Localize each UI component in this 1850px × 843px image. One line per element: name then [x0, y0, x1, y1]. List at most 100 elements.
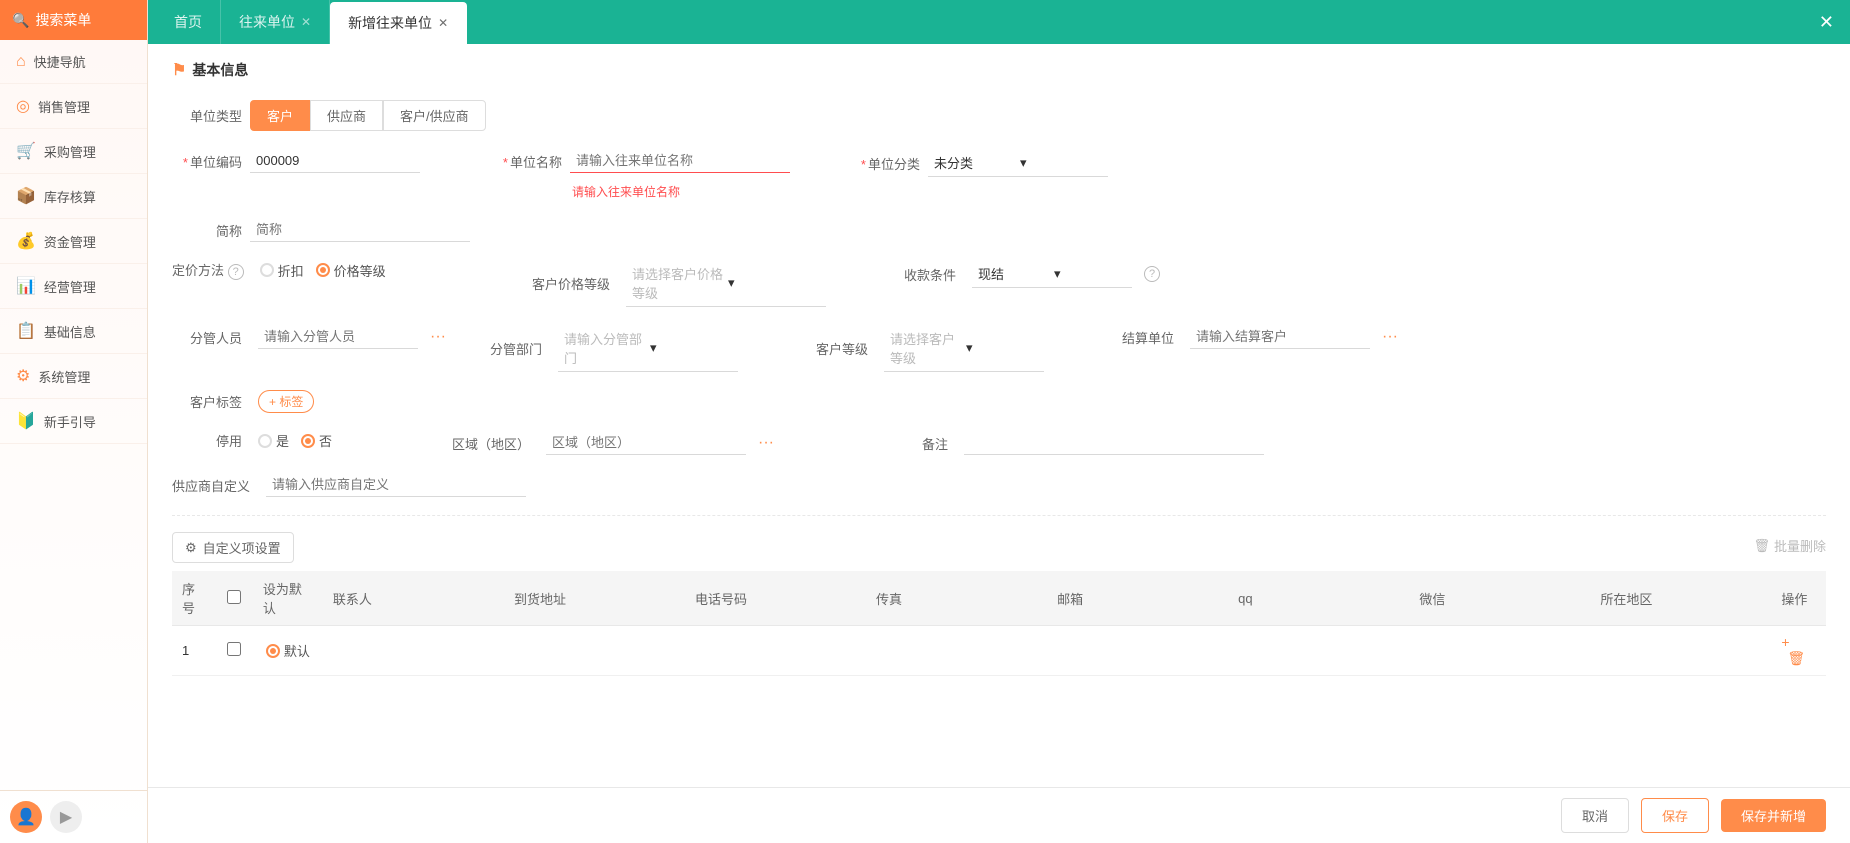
chevron-down-icon: ▾: [1020, 155, 1102, 171]
payment-terms-label: 收款条件: [886, 265, 956, 284]
region-label: 区域（地区）: [452, 434, 530, 453]
unit-code-input[interactable]: [250, 149, 420, 173]
contact-input[interactable]: [333, 643, 494, 658]
row-checkbox[interactable]: [227, 642, 241, 656]
code-name-category-row: *单位编码 *单位名称 请输入往来单位名称 *单位分类: [172, 149, 1826, 200]
tab-home[interactable]: 首页: [156, 0, 221, 44]
flag-icon: ⚑: [172, 60, 186, 80]
sidebar-item-label: 快捷导航: [34, 52, 86, 71]
sales-icon: ◎: [16, 96, 30, 116]
col-action: 操作: [1771, 571, 1826, 626]
user-avatar-btn[interactable]: 👤: [10, 801, 42, 833]
sidebar-item-basic-info[interactable]: 📋 基础信息: [0, 309, 147, 354]
sidebar-expand-btn[interactable]: ▶: [50, 801, 82, 833]
sidebar-item-quick-nav[interactable]: ⌂ 快捷导航: [0, 40, 147, 84]
customer-price-level-group: 客户价格等级 请选择客户价格等级 ▾: [532, 260, 826, 307]
fax-input[interactable]: [876, 643, 1037, 658]
window-close-btn[interactable]: ✕: [1819, 12, 1834, 33]
unit-category-group: *单位分类 未分类 ▾: [850, 149, 1130, 177]
pricing-level-option[interactable]: 价格等级: [316, 261, 386, 280]
disabled-no-option[interactable]: 否: [301, 431, 332, 450]
unit-type-both-btn[interactable]: 客户/供应商: [383, 100, 486, 131]
cell-qq[interactable]: [1228, 626, 1409, 676]
short-name-label: 简称: [172, 221, 242, 240]
settlement-unit-input[interactable]: [1190, 325, 1370, 349]
disabled-radio-group: 是 否: [258, 431, 332, 450]
cell-wechat[interactable]: [1409, 626, 1590, 676]
cell-location[interactable]: [1590, 626, 1771, 676]
sidebar-item-guide[interactable]: 🔰 新手引导: [0, 399, 147, 444]
unit-type-customer-btn[interactable]: 客户: [250, 100, 310, 131]
email-input[interactable]: [1057, 643, 1218, 658]
region-input[interactable]: [546, 431, 746, 455]
search-menu-btn[interactable]: 🔍 搜索菜单: [0, 0, 147, 40]
cell-address[interactable]: [504, 626, 685, 676]
select-all-checkbox[interactable]: [227, 590, 241, 604]
sidebar-item-inventory[interactable]: 📦 库存核算: [0, 174, 147, 219]
row-default-radio[interactable]: 默认: [263, 641, 313, 660]
cell-email[interactable]: [1047, 626, 1228, 676]
disabled-group: 停用 是 否: [172, 431, 432, 450]
tags-label: 客户标签: [172, 392, 242, 411]
sidebar-item-sales[interactable]: ◎ 销售管理: [0, 84, 147, 129]
department-group: 分管部门 请输入分管部门 ▾: [472, 325, 738, 372]
payment-terms-select[interactable]: 现结 ▾: [972, 260, 1132, 288]
cell-fax[interactable]: [866, 626, 1047, 676]
sidebar-item-purchase[interactable]: 🛒 采购管理: [0, 129, 147, 174]
unit-name-label: *单位名称: [492, 152, 562, 171]
settlement-unit-more-btn[interactable]: ···: [1378, 328, 1402, 346]
col-email: 邮箱: [1047, 571, 1228, 626]
sidebar-item-label: 资金管理: [44, 232, 96, 251]
tab-close-icon[interactable]: ✕: [438, 16, 448, 30]
pricing-discount-option[interactable]: 折扣: [260, 261, 304, 280]
disabled-yes-option[interactable]: 是: [258, 431, 289, 450]
custom-setting-btn[interactable]: ⚙ 自定义项设置: [172, 532, 294, 563]
unit-name-error: 请输入往来单位名称: [572, 183, 680, 200]
save-new-button[interactable]: 保存并新增: [1721, 799, 1826, 832]
phone-input[interactable]: [695, 643, 856, 658]
default-radio: [266, 644, 280, 658]
manager-more-btn[interactable]: ···: [426, 328, 450, 346]
address-input[interactable]: [514, 643, 675, 658]
payment-help-icon[interactable]: ?: [1144, 266, 1160, 282]
unit-category-select[interactable]: 未分类 ▾: [928, 149, 1108, 177]
cell-phone[interactable]: [685, 626, 866, 676]
sidebar-item-system[interactable]: ⚙ 系统管理: [0, 354, 147, 399]
region-more-btn[interactable]: ···: [754, 434, 778, 452]
tab-new-partner[interactable]: 新增往来单位 ✕: [330, 2, 467, 44]
batch-delete-btn[interactable]: 🗑 批量删除: [1753, 536, 1826, 555]
tab-close-icon[interactable]: ✕: [301, 15, 311, 29]
sidebar-item-finance[interactable]: 💰 资金管理: [0, 219, 147, 264]
save-button[interactable]: 保存: [1641, 798, 1709, 833]
qq-input[interactable]: [1238, 643, 1399, 658]
cell-checkbox: [217, 626, 253, 676]
remarks-group: 备注: [878, 431, 1264, 455]
cell-contact[interactable]: [323, 626, 504, 676]
short-name-input[interactable]: [250, 218, 470, 242]
guide-icon: 🔰: [16, 411, 36, 431]
add-row-btn[interactable]: +: [1781, 634, 1789, 650]
customer-level-select[interactable]: 请选择客户等级 ▾: [884, 325, 1044, 372]
tags-group: 客户标签 + 标签: [172, 390, 314, 413]
location-input[interactable]: [1600, 643, 1761, 658]
customer-level-placeholder: 请选择客户等级: [890, 329, 962, 367]
department-select[interactable]: 请输入分管部门 ▾: [558, 325, 738, 372]
tab-partners[interactable]: 往来单位 ✕: [221, 0, 330, 44]
add-tag-btn[interactable]: + 标签: [258, 390, 314, 413]
sidebar-item-operations[interactable]: 📊 经营管理: [0, 264, 147, 309]
unit-type-supplier-btn[interactable]: 供应商: [310, 100, 383, 131]
manager-input[interactable]: [258, 325, 418, 349]
cancel-button[interactable]: 取消: [1561, 798, 1629, 833]
col-phone: 电话号码: [685, 571, 866, 626]
unit-code-group: *单位编码: [172, 149, 452, 173]
delete-row-btn[interactable]: 🗑: [1787, 650, 1805, 666]
customer-price-level-select[interactable]: 请选择客户价格等级 ▾: [626, 260, 826, 307]
wechat-input[interactable]: [1419, 643, 1580, 658]
batch-delete-label: 批量删除: [1774, 536, 1826, 555]
supplier-custom-input[interactable]: [266, 473, 526, 497]
unit-name-input[interactable]: [570, 149, 790, 173]
pricing-help-icon[interactable]: ?: [228, 264, 244, 280]
cell-default: 默认: [253, 626, 323, 676]
unit-type-row: 单位类型 客户 供应商 客户/供应商: [172, 100, 1826, 131]
remarks-input[interactable]: [964, 431, 1264, 455]
